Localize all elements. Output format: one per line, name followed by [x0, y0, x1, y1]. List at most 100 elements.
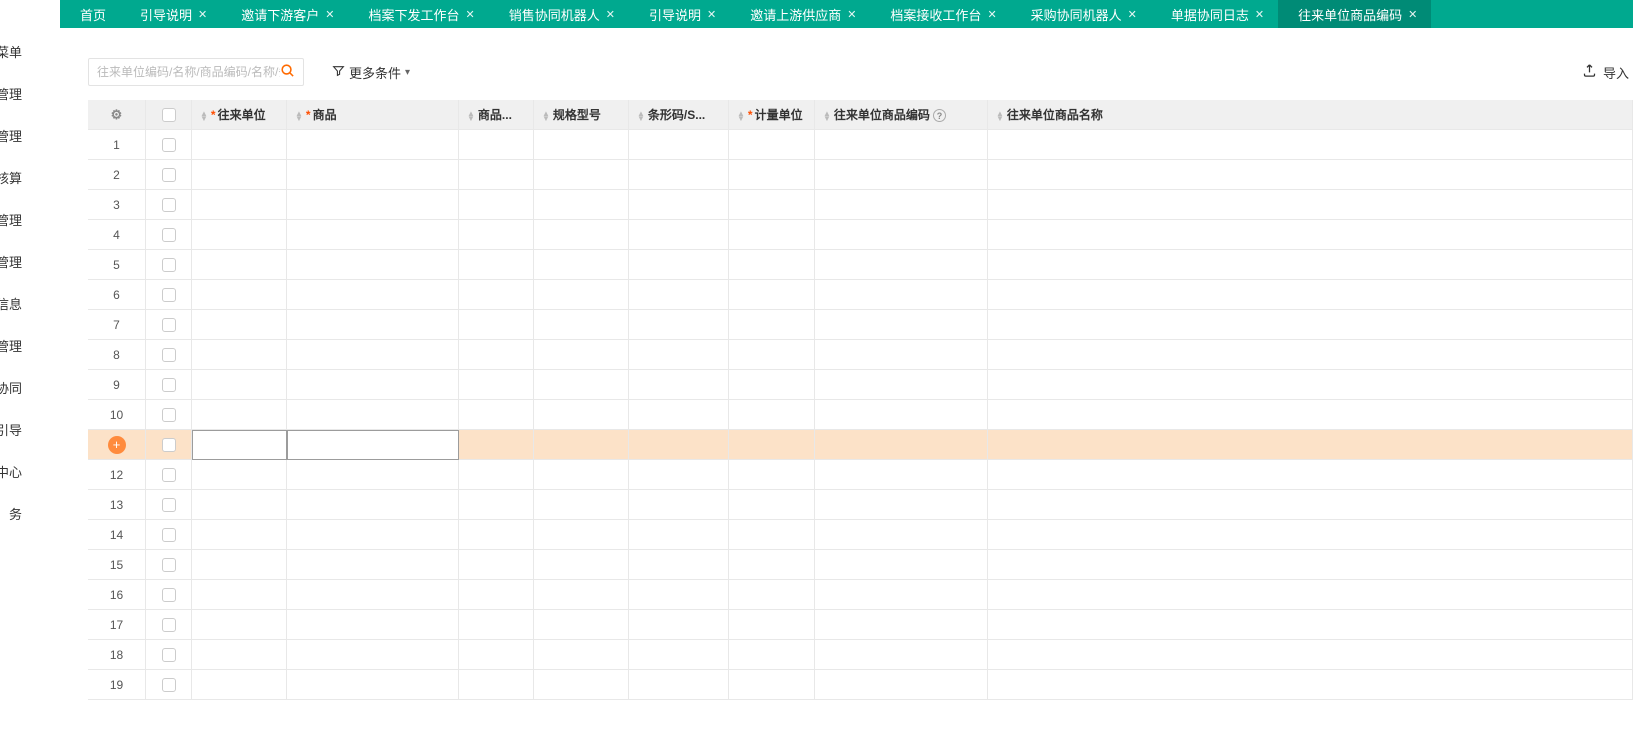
- tab[interactable]: 采购协同机器人✕: [1011, 0, 1151, 28]
- cell[interactable]: [534, 220, 629, 250]
- cell[interactable]: [988, 550, 1633, 580]
- checkbox-all[interactable]: [162, 108, 176, 122]
- cell[interactable]: [287, 460, 459, 490]
- cell[interactable]: [629, 310, 729, 340]
- table-row[interactable]: 3: [88, 190, 1633, 220]
- row-checkbox[interactable]: [162, 648, 176, 662]
- cell[interactable]: [192, 160, 287, 190]
- table-row[interactable]: 6: [88, 280, 1633, 310]
- cell[interactable]: [729, 310, 815, 340]
- table-row[interactable]: 15: [88, 550, 1633, 580]
- cell[interactable]: [815, 550, 988, 580]
- cell[interactable]: [534, 640, 629, 670]
- cell[interactable]: [729, 370, 815, 400]
- tab[interactable]: 邀请上游供应商✕: [730, 0, 870, 28]
- cell[interactable]: [629, 550, 729, 580]
- cell[interactable]: [815, 310, 988, 340]
- tab[interactable]: 引导说明✕: [629, 0, 730, 28]
- sidebar-item[interactable]: 管理: [0, 240, 28, 282]
- cell[interactable]: [534, 190, 629, 220]
- cell[interactable]: [192, 550, 287, 580]
- close-icon[interactable]: ✕: [847, 8, 856, 21]
- column-checkbox-header[interactable]: [146, 100, 192, 130]
- table-row[interactable]: 19: [88, 670, 1633, 700]
- cell[interactable]: [815, 580, 988, 610]
- cell[interactable]: [815, 130, 988, 160]
- cell[interactable]: [459, 430, 534, 460]
- cell[interactable]: [287, 580, 459, 610]
- tab[interactable]: 首页: [60, 0, 120, 28]
- cell[interactable]: [629, 190, 729, 220]
- column-unit[interactable]: ▲▼*往来单位: [192, 100, 287, 130]
- table-row[interactable]: 10: [88, 400, 1633, 430]
- cell[interactable]: [192, 370, 287, 400]
- cell[interactable]: [459, 460, 534, 490]
- row-checkbox[interactable]: [162, 288, 176, 302]
- sidebar-item[interactable]: 管理: [0, 114, 28, 156]
- tab[interactable]: 档案接收工作台✕: [870, 0, 1010, 28]
- close-icon[interactable]: ✕: [707, 8, 716, 21]
- cell[interactable]: [815, 460, 988, 490]
- cell[interactable]: [629, 610, 729, 640]
- editable-cell[interactable]: [192, 430, 287, 460]
- row-checkbox[interactable]: [162, 588, 176, 602]
- row-checkbox[interactable]: [162, 528, 176, 542]
- table-row[interactable]: 12: [88, 460, 1633, 490]
- cell[interactable]: [534, 610, 629, 640]
- cell[interactable]: [459, 580, 534, 610]
- cell[interactable]: [988, 190, 1633, 220]
- cell[interactable]: [815, 520, 988, 550]
- tab[interactable]: 引导说明✕: [120, 0, 221, 28]
- cell[interactable]: [534, 250, 629, 280]
- cell[interactable]: [287, 640, 459, 670]
- cell[interactable]: [629, 670, 729, 700]
- table-row[interactable]: 2: [88, 160, 1633, 190]
- cell[interactable]: [534, 280, 629, 310]
- close-icon[interactable]: ✕: [198, 8, 207, 21]
- cell[interactable]: [629, 370, 729, 400]
- cell[interactable]: [629, 340, 729, 370]
- cell[interactable]: [629, 400, 729, 430]
- cell[interactable]: [459, 640, 534, 670]
- table-row[interactable]: 14: [88, 520, 1633, 550]
- cell[interactable]: [729, 340, 815, 370]
- column-unit-name[interactable]: ▲▼往来单位商品名称: [988, 100, 1633, 130]
- table-row[interactable]: 4: [88, 220, 1633, 250]
- table-row[interactable]: 8: [88, 340, 1633, 370]
- more-filter-button[interactable]: 更多条件 ▾: [332, 63, 410, 82]
- cell[interactable]: [459, 190, 534, 220]
- cell[interactable]: [629, 160, 729, 190]
- cell[interactable]: [192, 190, 287, 220]
- cell[interactable]: [534, 130, 629, 160]
- cell[interactable]: [988, 340, 1633, 370]
- column-product[interactable]: ▲▼*商品: [287, 100, 459, 130]
- cell[interactable]: [729, 460, 815, 490]
- cell[interactable]: [815, 490, 988, 520]
- cell[interactable]: [815, 190, 988, 220]
- close-icon[interactable]: ✕: [325, 8, 334, 21]
- cell[interactable]: [534, 520, 629, 550]
- cell[interactable]: [729, 640, 815, 670]
- cell[interactable]: [459, 520, 534, 550]
- cell[interactable]: [988, 250, 1633, 280]
- tab[interactable]: 邀请下游客户✕: [221, 0, 348, 28]
- row-checkbox[interactable]: [162, 198, 176, 212]
- cell[interactable]: [534, 400, 629, 430]
- cell[interactable]: [459, 340, 534, 370]
- cell[interactable]: [459, 550, 534, 580]
- cell[interactable]: [815, 160, 988, 190]
- column-spec[interactable]: ▲▼规格型号: [534, 100, 629, 130]
- cell[interactable]: [629, 220, 729, 250]
- cell[interactable]: [815, 220, 988, 250]
- cell[interactable]: [534, 340, 629, 370]
- cell[interactable]: [534, 310, 629, 340]
- cell[interactable]: [287, 190, 459, 220]
- row-checkbox[interactable]: [162, 168, 176, 182]
- table-row[interactable]: 7: [88, 310, 1633, 340]
- cell[interactable]: [629, 430, 729, 460]
- cell[interactable]: [192, 640, 287, 670]
- cell[interactable]: [988, 670, 1633, 700]
- row-checkbox[interactable]: [162, 558, 176, 572]
- cell[interactable]: [287, 310, 459, 340]
- cell[interactable]: [729, 220, 815, 250]
